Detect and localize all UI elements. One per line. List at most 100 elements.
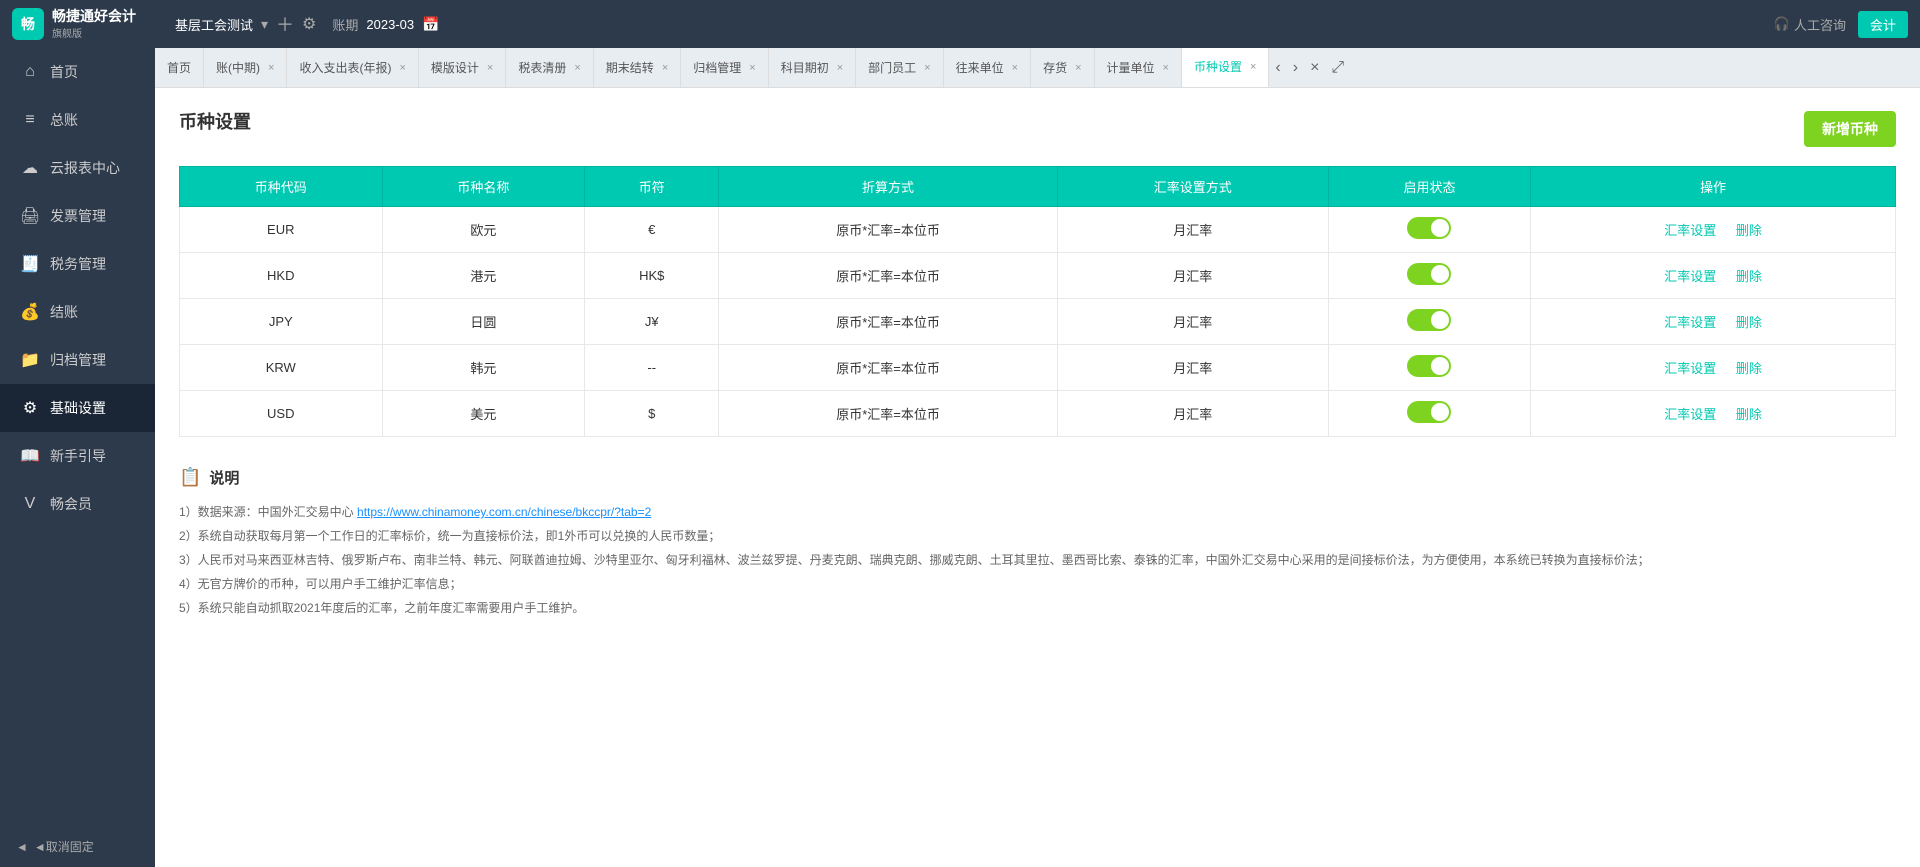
tab-tax-close[interactable]: ×: [574, 62, 580, 74]
invoice-icon: 🖨: [20, 206, 40, 226]
col-rate-type: 汇率设置方式: [1057, 167, 1328, 207]
note-item-4: 4）无官方牌价的币种，可以用户手工维护汇率信息；: [179, 572, 1896, 596]
note-item-5: 5）系统只能自动抓取2021年度后的汇率，之前年度汇率需要用户手工维护。: [179, 596, 1896, 620]
sidebar-item-tax[interactable]: 🧾 税务管理: [0, 240, 155, 288]
tab-dept-label: 部门员工: [868, 59, 916, 76]
calendar-icon[interactable]: 📅: [422, 16, 439, 33]
cell-actions: 汇率设置 删除: [1531, 207, 1896, 253]
cell-symbol: HK$: [585, 253, 719, 299]
tab-inventory-close[interactable]: ×: [1075, 62, 1081, 74]
rate-setting-link[interactable]: 汇率设置: [1664, 407, 1716, 422]
tab-template-close[interactable]: ×: [487, 62, 493, 74]
col-calc: 折算方式: [719, 167, 1057, 207]
toggle-track: [1407, 309, 1451, 331]
rate-setting-link[interactable]: 汇率设置: [1664, 315, 1716, 330]
tab-expand-btn[interactable]: ⤢: [1325, 48, 1350, 88]
toggle-switch[interactable]: [1407, 355, 1451, 377]
tab-unit[interactable]: 计量单位 ×: [1095, 48, 1182, 88]
header-add-btn[interactable]: ＋: [276, 11, 294, 37]
delete-link[interactable]: 删除: [1736, 407, 1762, 422]
sidebar-item-settle[interactable]: 💰 结账: [0, 288, 155, 336]
toggle-switch[interactable]: [1407, 401, 1451, 423]
vip-icon: V: [20, 495, 40, 513]
sidebar-pin-toggle[interactable]: ◄ ◄取消固定: [0, 826, 155, 867]
tab-close-all-btn[interactable]: ×: [1304, 48, 1325, 88]
new-currency-btn[interactable]: 新增币种: [1804, 111, 1896, 147]
sidebar-item-home[interactable]: ⌂ 首页: [0, 48, 155, 96]
tab-partner[interactable]: 往来单位 ×: [944, 48, 1031, 88]
notes-title-text: 说明: [209, 467, 239, 488]
tab-period-end[interactable]: 期末结转 ×: [594, 48, 681, 88]
tab-template[interactable]: 模版设计 ×: [419, 48, 506, 88]
tab-inventory[interactable]: 存货 ×: [1031, 48, 1094, 88]
tab-currency[interactable]: 币种设置 ×: [1182, 48, 1269, 88]
tab-period-close[interactable]: ×: [268, 62, 274, 74]
notes-link[interactable]: https://www.chinamoney.com.cn/chinese/bk…: [357, 505, 651, 519]
tab-bar: 首页 账(中期) × 收入支出表(年报) × 模版设计 × 税表清册 ×: [155, 48, 1920, 88]
company-dropdown-btn[interactable]: ▾: [261, 16, 268, 33]
delete-link[interactable]: 删除: [1736, 269, 1762, 284]
rate-setting-link[interactable]: 汇率设置: [1664, 269, 1716, 284]
account-btn[interactable]: 会计: [1858, 11, 1908, 38]
toggle-switch[interactable]: [1407, 217, 1451, 239]
cloud-icon: ☁: [20, 158, 40, 178]
home-icon: ⌂: [20, 63, 40, 81]
tab-prev-btn[interactable]: ‹: [1269, 48, 1286, 88]
tab-currency-close[interactable]: ×: [1250, 61, 1256, 73]
sidebar-label-settings: 基础设置: [50, 398, 106, 418]
delete-link[interactable]: 删除: [1736, 315, 1762, 330]
tab-next-btn[interactable]: ›: [1287, 48, 1304, 88]
sidebar-item-invoice[interactable]: 🖨 发票管理: [0, 192, 155, 240]
sidebar-item-settings[interactable]: ⚙ 基础设置: [0, 384, 155, 432]
tab-period-end-close[interactable]: ×: [662, 62, 668, 74]
cell-code: USD: [180, 391, 383, 437]
tab-archive[interactable]: 归档管理 ×: [681, 48, 768, 88]
toggle-switch[interactable]: [1407, 263, 1451, 285]
tab-unit-label: 计量单位: [1107, 59, 1155, 76]
tab-archive-close[interactable]: ×: [749, 62, 755, 74]
tab-income-close[interactable]: ×: [399, 62, 405, 74]
note-item-1: 1）数据来源：中国外汇交易中心 https://www.chinamoney.c…: [179, 500, 1896, 524]
sidebar-item-guide[interactable]: 📖 新手引导: [0, 432, 155, 480]
tab-income[interactable]: 收入支出表(年报) ×: [287, 48, 418, 88]
logo-name: 畅捷通好会计: [52, 8, 136, 25]
toggle-switch[interactable]: [1407, 309, 1451, 331]
cell-rate-type: 月汇率: [1057, 299, 1328, 345]
tab-tax[interactable]: 税表清册 ×: [506, 48, 593, 88]
tab-subject[interactable]: 科目期初 ×: [769, 48, 856, 88]
tab-income-label: 收入支出表(年报): [299, 59, 391, 76]
help-btn[interactable]: 🎧 人工咨询: [1774, 15, 1846, 34]
tab-dept-close[interactable]: ×: [924, 62, 930, 74]
tab-dept[interactable]: 部门员工 ×: [856, 48, 943, 88]
note-item-2: 2）系统自动获取每月第一个工作日的汇率标价，统一为直接标价法，即1外币可以兑换的…: [179, 524, 1896, 548]
cell-symbol: J¥: [585, 299, 719, 345]
sidebar-label-archive: 归档管理: [50, 350, 106, 370]
delete-link[interactable]: 删除: [1736, 361, 1762, 376]
sidebar-item-reports[interactable]: ☁ 云报表中心: [0, 144, 155, 192]
header-settings-btn[interactable]: ⚙: [302, 14, 316, 34]
top-header: 畅 畅捷通好会计 旗舰版 基层工会测试 ▾ ＋ ⚙ 账期 2023-03 📅 🎧…: [0, 0, 1920, 48]
rate-setting-link[interactable]: 汇率设置: [1664, 361, 1716, 376]
cell-rate-type: 月汇率: [1057, 207, 1328, 253]
cell-toggle: [1328, 253, 1531, 299]
tab-unit-close[interactable]: ×: [1163, 62, 1169, 74]
rate-setting-link[interactable]: 汇率设置: [1664, 223, 1716, 238]
sidebar-item-vip[interactable]: V 畅会员: [0, 480, 155, 528]
cell-actions: 汇率设置 删除: [1531, 391, 1896, 437]
sidebar-label-home: 首页: [50, 62, 78, 82]
tab-subject-close[interactable]: ×: [837, 62, 843, 74]
sidebar-item-ledger[interactable]: ≡ 总账: [0, 96, 155, 144]
tab-partner-close[interactable]: ×: [1012, 62, 1018, 74]
headset-icon: 🎧: [1774, 16, 1790, 32]
tab-period[interactable]: 账(中期) ×: [204, 48, 287, 88]
sidebar-item-archive[interactable]: 📁 归档管理: [0, 336, 155, 384]
sidebar-label-invoice: 发票管理: [50, 206, 106, 226]
main-layout: ⌂ 首页 ≡ 总账 ☁ 云报表中心 🖨 发票管理 🧾 税务管理 💰 结账: [0, 48, 1920, 867]
delete-link[interactable]: 删除: [1736, 223, 1762, 238]
sidebar-label-reports: 云报表中心: [50, 158, 120, 178]
cell-code: EUR: [180, 207, 383, 253]
col-action: 操作: [1531, 167, 1896, 207]
sidebar-label-settle: 结账: [50, 302, 78, 322]
tab-home[interactable]: 首页: [155, 48, 204, 88]
period-label: 账期: [332, 15, 358, 34]
